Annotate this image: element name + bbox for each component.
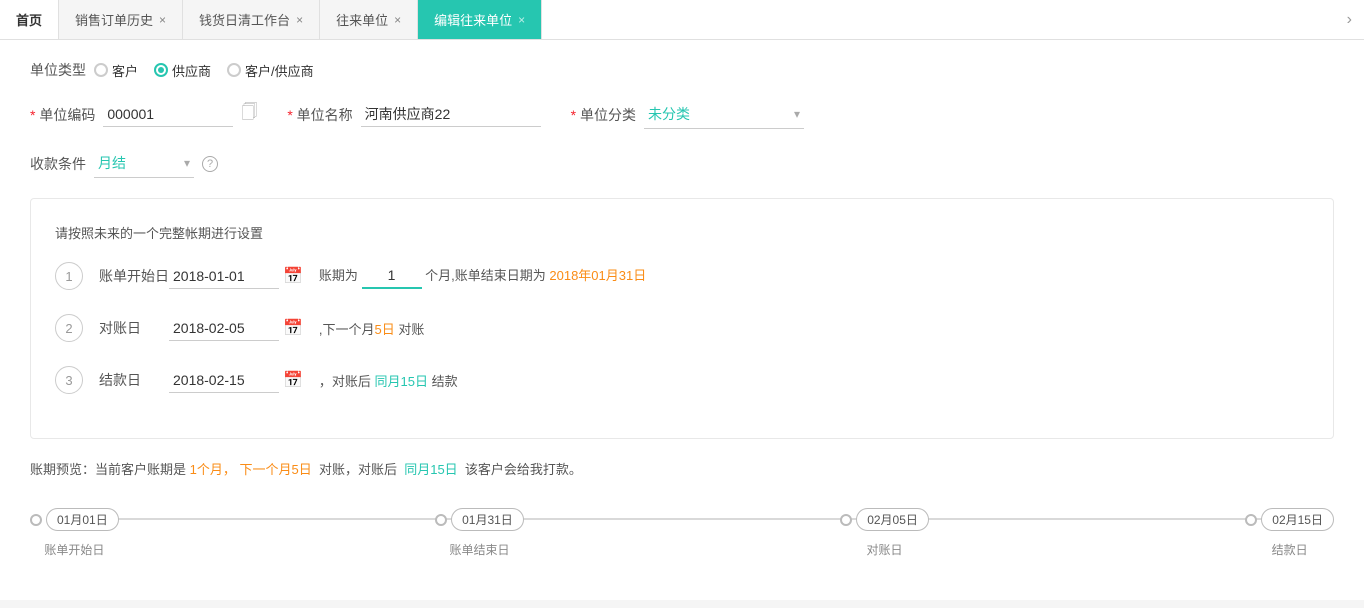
step-2-row: 2 对账日 📅 ,下一个月5日 对账 — [55, 314, 1309, 342]
unit-code-label: 单位编码 — [30, 105, 95, 125]
unit-type-row: 单位类型 客户 供应商 客户/供应商 — [30, 60, 1334, 80]
tab-partner-close[interactable]: × — [394, 13, 401, 27]
tab-sales-history-label: 销售订单历史 — [75, 10, 153, 29]
unit-category-group: 单位分类 未分类 ▾ — [571, 100, 804, 129]
preview-text: 账期预览：当前客户账期是 1个月， 下一个月5日 对账，对账后 同月15日 该客… — [30, 459, 1334, 478]
help-icon[interactable]: ? — [202, 156, 218, 172]
step-3-num: 3 — [55, 366, 83, 394]
timeline-badge-4: 02月15日 — [1261, 508, 1334, 531]
unit-category-select[interactable]: 未分类 ▾ — [644, 100, 804, 129]
step-3-cal-icon[interactable]: 📅 — [283, 370, 303, 390]
timeline-node-2: 01月31日 账单结束日 — [435, 508, 524, 558]
timeline-badge-2: 01月31日 — [451, 508, 524, 531]
unit-type-label: 单位类型 — [30, 60, 86, 80]
tab-home[interactable]: 首页 — [0, 0, 59, 39]
step-3-date-input[interactable] — [169, 368, 279, 393]
radio-supplier-circle — [154, 63, 168, 77]
payment-condition-select[interactable]: 月结 ▾ — [94, 149, 194, 178]
radio-customer[interactable]: 客户 — [94, 61, 138, 80]
unit-name-label: 单位名称 — [287, 105, 352, 125]
section-title: 请按照未来的一个完整帐期进行设置 — [55, 223, 1309, 242]
timeline-dot-2 — [435, 514, 447, 526]
radio-supplier-label: 供应商 — [172, 61, 211, 80]
tab-partner[interactable]: 往来单位 × — [320, 0, 418, 39]
preview-part2: 下一个月5日 — [240, 462, 312, 477]
unit-info-row: 单位编码 🗍 单位名称 单位分类 未分类 ▾ — [30, 100, 1334, 129]
tab-more-button[interactable]: › — [1335, 0, 1364, 39]
tab-edit-partner-label: 编辑往来单位 — [434, 10, 512, 29]
unit-name-input[interactable] — [361, 102, 541, 127]
preview-part1: 1个月， — [190, 462, 236, 477]
unit-type-group: 单位类型 客户 供应商 客户/供应商 — [30, 60, 314, 80]
radio-customer-circle — [94, 63, 108, 77]
tab-edit-partner[interactable]: 编辑往来单位 × — [418, 0, 542, 39]
tab-partner-label: 往来单位 — [336, 10, 388, 29]
step-1-num: 1 — [55, 262, 83, 290]
unit-type-radio-group: 客户 供应商 客户/供应商 — [94, 61, 314, 80]
radio-both[interactable]: 客户/供应商 — [227, 61, 314, 80]
step-1-cal-icon[interactable]: 📅 — [283, 266, 303, 286]
payment-condition-group: 收款条件 月结 ▾ ? — [30, 149, 218, 178]
step-2-num: 2 — [55, 314, 83, 342]
step-1-desc: 账期为 个月,账单结束日期为 2018年01月31日 — [319, 263, 646, 289]
timeline-dot-3 — [840, 514, 852, 526]
unit-code-group: 单位编码 🗍 — [30, 101, 257, 128]
radio-both-circle — [227, 63, 241, 77]
radio-customer-label: 客户 — [112, 61, 138, 80]
timeline-dot-1 — [30, 514, 42, 526]
unit-code-input[interactable] — [103, 102, 233, 127]
tab-home-label: 首页 — [16, 10, 42, 29]
timeline-sub-2: 账单结束日 — [449, 541, 509, 558]
timeline-sub-4: 结款日 — [1272, 541, 1308, 558]
radio-both-label: 客户/供应商 — [245, 61, 314, 80]
preview-end: 该客户会给我打款。 — [461, 462, 582, 477]
tab-cash-work[interactable]: 钱货日清工作台 × — [183, 0, 320, 39]
step-3-label: 结款日 — [99, 370, 169, 390]
payment-condition-row: 收款条件 月结 ▾ ? — [30, 149, 1334, 178]
step-1-end-date: 2018年01月31日 — [549, 268, 646, 283]
step-1-label: 账单开始日 — [99, 266, 169, 286]
timeline-dot-4 — [1245, 514, 1257, 526]
section-box: 请按照未来的一个完整帐期进行设置 1 账单开始日 📅 账期为 个月,账单结束日期… — [30, 198, 1334, 439]
timeline-node-4: 02月15日 结款日 — [1245, 508, 1334, 558]
step-3-desc: ，对账后 同月15日 结款 — [319, 371, 458, 390]
timeline-items: 01月01日 账单开始日 01月31日 账单结束日 02月05日 对账日 — [30, 508, 1334, 558]
payment-chevron-icon: ▾ — [184, 156, 190, 170]
timeline-sub-1: 账单开始日 — [44, 541, 104, 558]
unit-category-value: 未分类 — [648, 104, 790, 124]
payment-condition-label: 收款条件 — [30, 154, 86, 174]
chevron-down-icon: ▾ — [794, 107, 800, 121]
step-1-period-input[interactable] — [362, 263, 422, 289]
preview-prefix: 账期预览：当前客户账期是 — [30, 462, 186, 477]
timeline-badge-1: 01月01日 — [46, 508, 119, 531]
timeline-node-3: 02月05日 对账日 — [840, 508, 929, 558]
step-1-date-input[interactable] — [169, 264, 279, 289]
preview-middle: 对账，对账后 — [315, 462, 400, 477]
step-2-cal-icon[interactable]: 📅 — [283, 318, 303, 338]
tab-sales-history-close[interactable]: × — [159, 13, 166, 27]
step-2-label: 对账日 — [99, 318, 169, 338]
tab-cash-work-close[interactable]: × — [296, 13, 303, 27]
timeline-node-1: 01月01日 账单开始日 — [30, 508, 119, 558]
tab-sales-history[interactable]: 销售订单历史 × — [59, 0, 183, 39]
step-3-highlight: 同月15日 — [375, 374, 428, 389]
step-2-date-input[interactable] — [169, 316, 279, 341]
radio-supplier[interactable]: 供应商 — [154, 61, 211, 80]
tab-cash-work-label: 钱货日清工作台 — [199, 10, 290, 29]
step-2-highlight: 5日 — [375, 322, 395, 337]
payment-condition-value: 月结 — [98, 153, 180, 173]
step-2-desc: ,下一个月5日 对账 — [319, 319, 424, 338]
unit-category-label: 单位分类 — [571, 105, 636, 125]
step-3-row: 3 结款日 📅 ，对账后 同月15日 结款 — [55, 366, 1309, 394]
main-content: 单位类型 客户 供应商 客户/供应商 单位编码 🗍 — [0, 40, 1364, 600]
unit-code-icon[interactable]: 🗍 — [241, 101, 257, 128]
preview-part3: 同月15日 — [404, 462, 457, 477]
timeline: 01月01日 账单开始日 01月31日 账单结束日 02月05日 对账日 — [30, 498, 1334, 558]
step-1-row: 1 账单开始日 📅 账期为 个月,账单结束日期为 2018年01月31日 — [55, 262, 1309, 290]
timeline-badge-3: 02月05日 — [856, 508, 929, 531]
tab-bar: 首页 销售订单历史 × 钱货日清工作台 × 往来单位 × 编辑往来单位 × › — [0, 0, 1364, 40]
timeline-sub-3: 对账日 — [867, 541, 903, 558]
unit-name-group: 单位名称 — [287, 102, 540, 127]
tab-edit-partner-close[interactable]: × — [518, 13, 525, 27]
